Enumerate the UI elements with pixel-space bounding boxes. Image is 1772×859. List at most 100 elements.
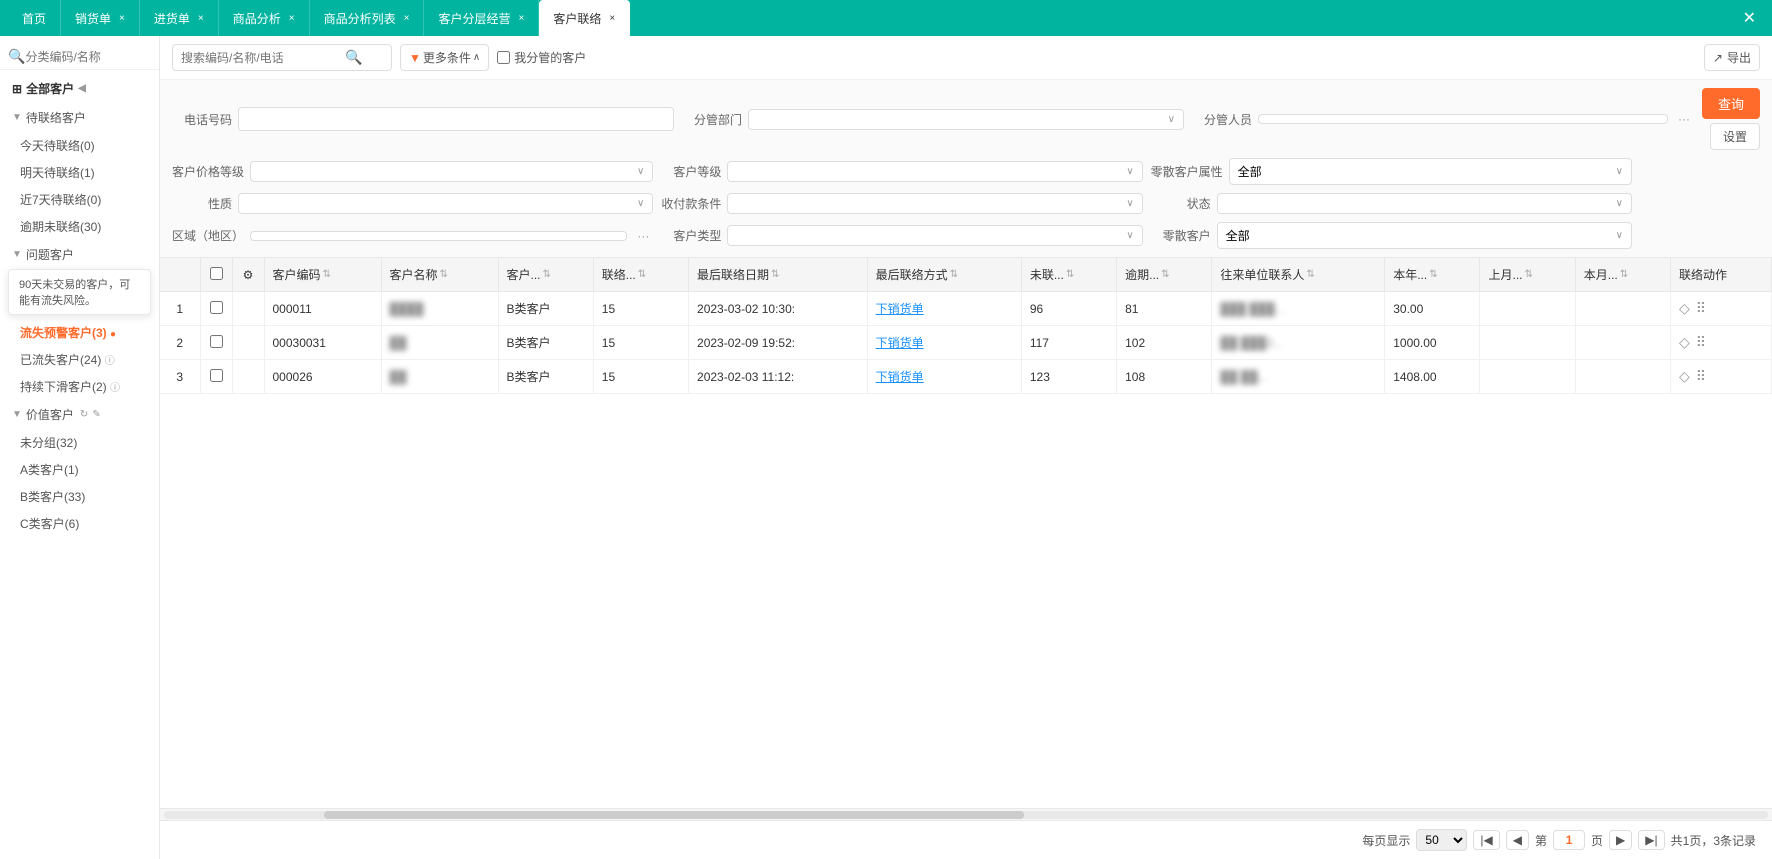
th-this-year[interactable]: 本年... ⇅ xyxy=(1385,258,1480,292)
sidebar-section-pending[interactable]: ▼ 待联络客户 xyxy=(0,103,159,132)
edit-icon[interactable]: ✎ xyxy=(92,409,100,420)
cell-last-contact-method[interactable]: 下销货单 xyxy=(867,360,1021,394)
row-checkbox[interactable] xyxy=(210,335,223,348)
contact-icon[interactable]: ◇ xyxy=(1679,334,1690,351)
cell-name: ██ xyxy=(381,326,498,360)
next-page-button[interactable]: ▶ xyxy=(1609,830,1632,850)
window-close-button[interactable]: ✕ xyxy=(1735,8,1764,28)
row-checkbox[interactable] xyxy=(210,369,223,382)
cell-last-contact-method[interactable]: 下销货单 xyxy=(867,326,1021,360)
settings-button[interactable]: 设置 xyxy=(1710,123,1760,150)
page-label: 第 xyxy=(1535,832,1547,849)
sidebar-item-a-class[interactable]: A类客户(1) xyxy=(0,456,159,483)
th-last-contact-date[interactable]: 最后联络日期 ⇅ xyxy=(689,258,868,292)
sidebar-item-tomorrow-pending[interactable]: 明天待联络(1) xyxy=(0,159,159,186)
phone-input[interactable] xyxy=(238,107,674,131)
customer-type-select[interactable]: ∨ xyxy=(727,225,1142,246)
th-last-month[interactable]: 上月... ⇅ xyxy=(1480,258,1575,292)
my-customers-checkbox[interactable] xyxy=(497,51,510,64)
sidebar-item-c-class[interactable]: C类客户(6) xyxy=(0,510,159,537)
th-overdue[interactable]: 逾期... ⇅ xyxy=(1117,258,1212,292)
filter-more-btn[interactable]: ▼ 更多条件 ∧ xyxy=(400,44,489,71)
search-input[interactable] xyxy=(181,51,341,65)
row-checkbox[interactable] xyxy=(210,301,223,314)
cell-check[interactable] xyxy=(200,292,232,326)
sidebar: 🔍 ⊞ 全部客户 ◀ ▼ 待联络客户 今天待联络(0) 明天待联络(1) 近7天… xyxy=(0,36,160,859)
my-customers-filter[interactable]: 我分管的客户 xyxy=(497,49,586,66)
cell-check[interactable] xyxy=(200,326,232,360)
sidebar-item-declining[interactable]: 持续下滑客户(2) ⓘ xyxy=(0,373,159,400)
prev-page-button[interactable]: ◀ xyxy=(1506,830,1529,850)
person-select[interactable] xyxy=(1258,114,1668,124)
scrollbar-thumb[interactable] xyxy=(324,811,1024,819)
contact-icon[interactable]: ◇ xyxy=(1679,300,1690,317)
tab-close-icon[interactable]: × xyxy=(404,13,410,24)
tab-close-icon[interactable]: × xyxy=(119,13,125,24)
refresh-icon[interactable]: ↻ xyxy=(80,409,88,420)
th-type[interactable]: 客户... ⇅ xyxy=(498,258,593,292)
filter-payment: 收付款条件 ∨ xyxy=(661,193,1142,214)
sidebar-item-churn-warning[interactable]: 流失预警客户(3) ● xyxy=(0,319,159,346)
tab-customer-tier[interactable]: 客户分层经营 × xyxy=(424,0,539,36)
sidebar-item-week-pending[interactable]: 近7天待联络(0) xyxy=(0,186,159,213)
sidebar-all-customers[interactable]: ⊞ 全部客户 ◀ xyxy=(0,74,159,103)
status-select[interactable]: ∨ xyxy=(1217,193,1632,214)
more-icon[interactable]: ··· xyxy=(1674,112,1694,126)
payment-select[interactable]: ∨ xyxy=(727,193,1142,214)
filter-row-3: 性质 ∨ 收付款条件 ∨ 状态 xyxy=(172,193,1760,214)
tab-product-analysis[interactable]: 商品分析 × xyxy=(219,0,310,36)
th-unit-contact[interactable]: 往来单位联系人 ⇅ xyxy=(1212,258,1385,292)
th-last-contact-method[interactable]: 最后联络方式 ⇅ xyxy=(867,258,1021,292)
cell-last-contact-method[interactable]: 下销货单 xyxy=(867,292,1021,326)
contact-icon[interactable]: ◇ xyxy=(1679,368,1690,385)
tab-home[interactable]: 首页 xyxy=(8,0,61,36)
export-button[interactable]: ↗ 导出 xyxy=(1704,44,1760,71)
th-this-month[interactable]: 本月... ⇅ xyxy=(1575,258,1670,292)
th-name[interactable]: 客户名称 ⇅ xyxy=(381,258,498,292)
retail-select[interactable]: 全部 ∨ xyxy=(1217,222,1632,249)
query-button[interactable]: 查询 xyxy=(1702,88,1760,119)
tab-sales-order[interactable]: 销货单 × xyxy=(61,0,140,36)
tab-close-icon[interactable]: × xyxy=(518,13,524,24)
nature-select[interactable]: ∨ xyxy=(238,193,653,214)
region-select[interactable] xyxy=(250,231,627,241)
more-action-icon[interactable]: ⠿ xyxy=(1696,300,1706,317)
sidebar-item-overdue-pending[interactable]: 逾期未联络(30) xyxy=(0,213,159,240)
cell-num: 2 xyxy=(160,326,200,360)
customer-level-select[interactable]: ∨ xyxy=(727,161,1142,182)
cell-icon xyxy=(232,292,264,326)
retail-attr-select[interactable]: 全部 ∨ xyxy=(1229,158,1632,185)
sidebar-item-today-pending[interactable]: 今天待联络(0) xyxy=(0,132,159,159)
th-settings[interactable]: ⚙ xyxy=(232,258,264,292)
per-page-select[interactable]: 50 100 200 xyxy=(1416,829,1467,851)
tab-purchase-order[interactable]: 进货单 × xyxy=(140,0,219,36)
sidebar-section-problem[interactable]: ▼ 问题客户 xyxy=(0,240,159,269)
search-button[interactable]: 🔍 xyxy=(345,49,362,66)
page-input[interactable] xyxy=(1553,830,1585,850)
more-action-icon[interactable]: ⠿ xyxy=(1696,368,1706,385)
select-all-checkbox[interactable] xyxy=(210,267,223,280)
sidebar-search-icon: 🔍 xyxy=(8,48,25,65)
filter-phone: 电话号码 xyxy=(172,107,674,131)
sidebar-search-input[interactable] xyxy=(25,50,151,64)
dept-select[interactable]: ∨ xyxy=(748,109,1184,130)
sidebar-section-value[interactable]: ▼ 价值客户 ↻ ✎ xyxy=(0,400,159,429)
more-action-icon[interactable]: ⠿ xyxy=(1696,334,1706,351)
sidebar-item-churned[interactable]: 已流失客户(24) ⓘ xyxy=(0,346,159,373)
horizontal-scrollbar[interactable] xyxy=(160,808,1772,820)
cell-check[interactable] xyxy=(200,360,232,394)
last-page-button[interactable]: ▶| xyxy=(1638,830,1664,850)
tab-close-icon[interactable]: × xyxy=(609,13,615,24)
tab-product-analysis-list[interactable]: 商品分析列表 × xyxy=(310,0,425,36)
first-page-button[interactable]: |◀ xyxy=(1473,830,1499,850)
sidebar-item-ungrouped[interactable]: 未分组(32) xyxy=(0,429,159,456)
tab-close-icon[interactable]: × xyxy=(198,13,204,24)
tab-customer-contact[interactable]: 客户联络 × xyxy=(539,0,630,36)
th-no-contact[interactable]: 未联... ⇅ xyxy=(1021,258,1116,292)
price-level-select[interactable]: ∨ xyxy=(250,161,653,182)
tab-close-icon[interactable]: × xyxy=(289,13,295,24)
th-code[interactable]: 客户编码 ⇅ xyxy=(264,258,381,292)
sidebar-item-b-class[interactable]: B类客户(33) xyxy=(0,483,159,510)
th-contact[interactable]: 联络... ⇅ xyxy=(593,258,688,292)
region-more-icon[interactable]: ··· xyxy=(633,229,653,243)
